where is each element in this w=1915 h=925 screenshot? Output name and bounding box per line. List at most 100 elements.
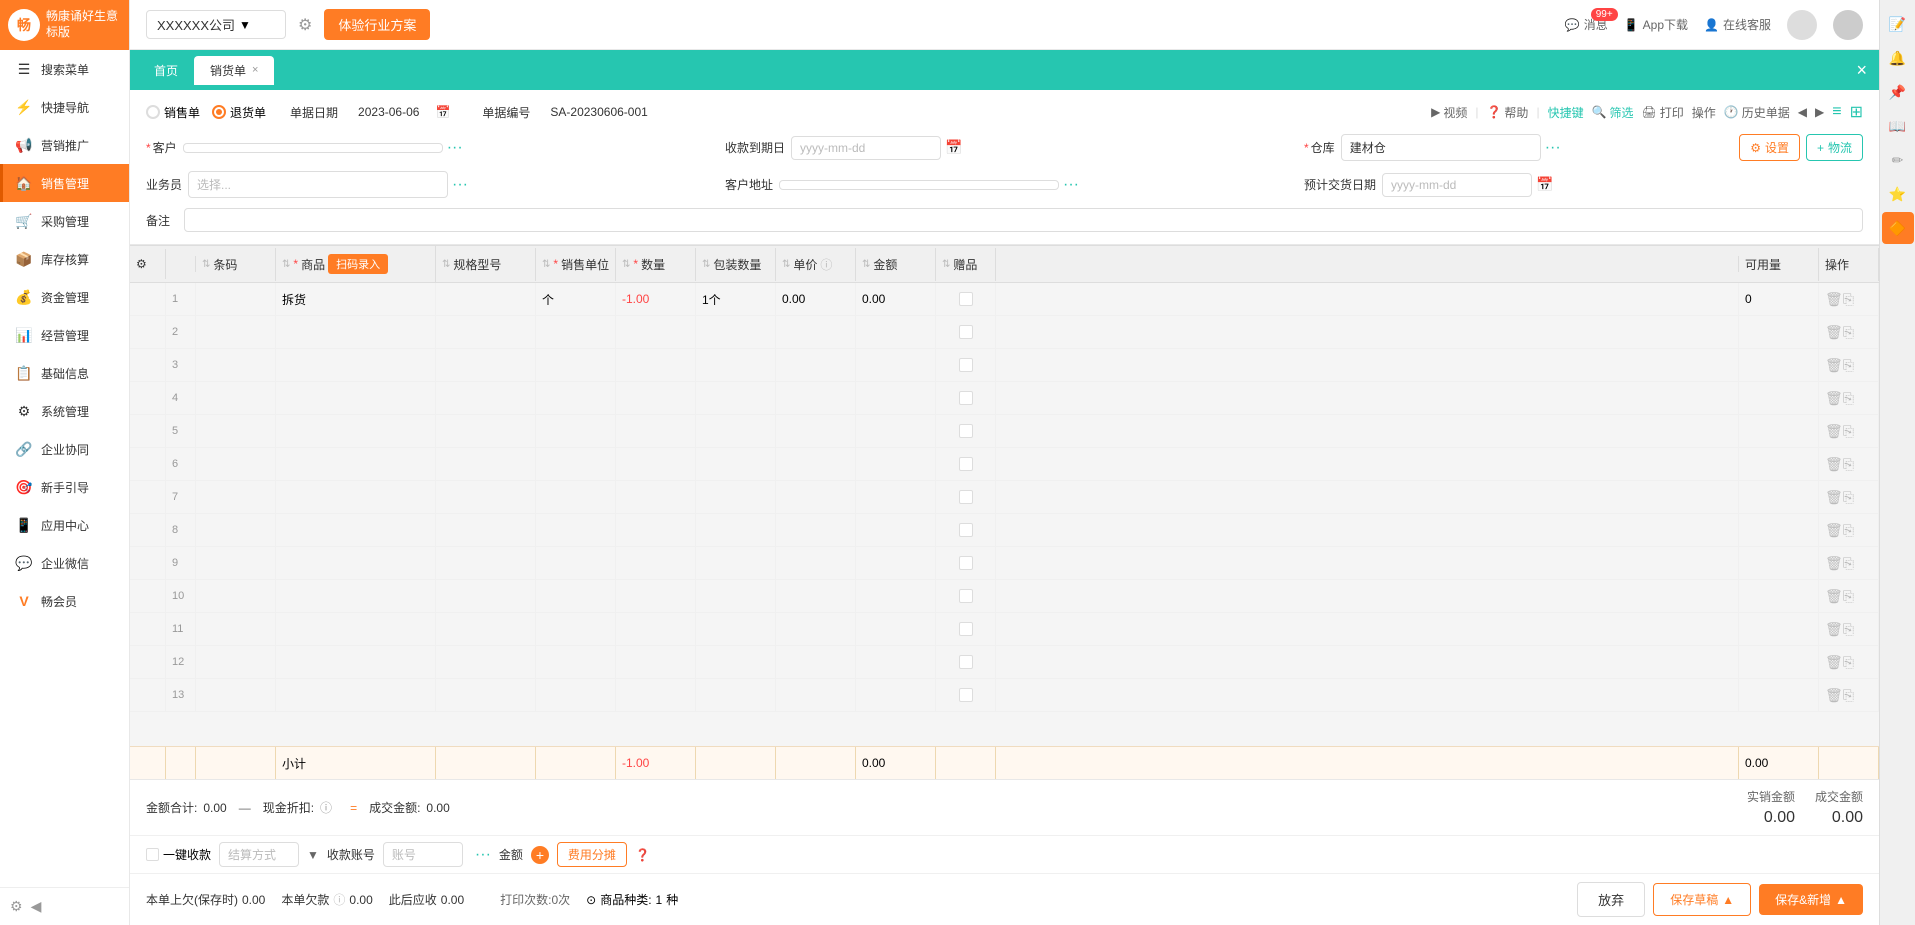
sale-order-radio[interactable]: 销售单	[146, 104, 200, 121]
help-link[interactable]: ❓ 帮助	[1486, 104, 1528, 121]
filter-link[interactable]: 🔍 筛选	[1592, 104, 1634, 121]
row4-delete-icon[interactable]: 🗑	[1825, 390, 1843, 407]
row1-amount[interactable]: 0.00	[856, 283, 936, 315]
collapse-icon[interactable]: ◀	[31, 898, 42, 915]
header-gear-icon[interactable]: ⚙	[298, 15, 312, 35]
prev-icon[interactable]: ◀	[1798, 105, 1807, 119]
row4-copy-icon[interactable]: ⎘	[1843, 390, 1854, 407]
account-input[interactable]: 账号	[383, 842, 463, 867]
calendar-icon[interactable]: 📅	[435, 105, 450, 119]
row1-spec[interactable]	[436, 283, 536, 315]
trial-button[interactable]: 体验行业方案	[324, 9, 430, 40]
row1-delete-icon[interactable]: 🗑	[1825, 291, 1843, 308]
operate-link[interactable]: 操作	[1692, 104, 1716, 121]
salesperson-dots-icon[interactable]: ···	[452, 176, 468, 194]
calc-method-select[interactable]: 结算方式	[219, 842, 299, 867]
row1-qty[interactable]: -1.00	[616, 283, 696, 315]
video-link[interactable]: ▶ 视频	[1431, 104, 1467, 121]
row1-gift[interactable]	[936, 283, 996, 315]
row10-copy-icon[interactable]: ⎘	[1843, 588, 1854, 605]
row8-copy-icon[interactable]: ⎘	[1843, 522, 1854, 539]
warehouse-dots-icon[interactable]: ···	[1545, 139, 1561, 157]
customer-input[interactable]	[183, 143, 443, 153]
tab-sales-order[interactable]: 销货单 ×	[194, 56, 274, 85]
expense-question-icon[interactable]: ❓	[635, 848, 650, 862]
next-icon[interactable]: ▶	[1815, 105, 1824, 119]
due-date-input[interactable]: yyyy-mm-dd	[791, 136, 941, 160]
sidebar-item-quick-nav[interactable]: ⚡ 快捷导航	[0, 88, 129, 126]
sidebar-item-operations[interactable]: 📊 经营管理	[0, 316, 129, 354]
rs-icon-6[interactable]: ⭐	[1882, 178, 1914, 210]
grid-view-icon[interactable]: ⊞	[1850, 102, 1863, 122]
row7-copy-icon[interactable]: ⎘	[1843, 489, 1854, 506]
save-draft-button[interactable]: 保存草稿 ▲	[1653, 883, 1751, 916]
rs-icon-2[interactable]: 🔔	[1882, 42, 1914, 74]
sidebar-item-inventory[interactable]: 📦 库存核算	[0, 240, 129, 278]
sidebar-item-sales[interactable]: 🏠 销售管理	[0, 164, 129, 202]
sidebar-item-basic[interactable]: 📋 基础信息	[0, 354, 129, 392]
row2-copy-icon[interactable]: ⎘	[1843, 324, 1854, 341]
salesperson-input[interactable]: 选择...	[188, 171, 448, 198]
row1-remark[interactable]	[996, 283, 1739, 315]
sidebar-item-finance[interactable]: 💰 资金管理	[0, 278, 129, 316]
row6-delete-icon[interactable]: 🗑	[1825, 456, 1843, 473]
row9-delete-icon[interactable]: 🗑	[1825, 555, 1843, 572]
discard-button[interactable]: 放弃	[1577, 882, 1645, 917]
history-link[interactable]: 🕐 历史单据	[1724, 104, 1790, 121]
logistics-button[interactable]: + 物流	[1806, 134, 1863, 161]
row6-copy-icon[interactable]: ⎘	[1843, 456, 1854, 473]
expected-delivery-input[interactable]: yyyy-mm-dd	[1382, 173, 1532, 197]
row9-copy-icon[interactable]: ⎘	[1843, 555, 1854, 572]
row3-copy-icon[interactable]: ⎘	[1843, 357, 1854, 374]
shortcut-link[interactable]: 快捷键	[1548, 104, 1584, 121]
calc-method-dropdown-icon[interactable]: ▼	[307, 848, 319, 862]
row8-delete-icon[interactable]: 🗑	[1825, 522, 1843, 539]
message-button[interactable]: 💬 消息 99+	[1565, 16, 1608, 33]
settings-bottom-icon[interactable]: ⚙	[10, 898, 23, 915]
row13-copy-icon[interactable]: ⎘	[1843, 687, 1854, 704]
th-settings[interactable]: ⚙	[130, 249, 166, 279]
company-selector[interactable]: XXXXXX公司 ▼	[146, 10, 286, 39]
row2-delete-icon[interactable]: 🗑	[1825, 324, 1843, 341]
scan-button[interactable]: 扫码录入	[328, 254, 388, 274]
return-order-radio[interactable]: 退货单	[212, 104, 266, 121]
expense-button[interactable]: 费用分摊	[557, 842, 627, 867]
account-dots-icon[interactable]: ···	[475, 846, 491, 864]
sidebar-item-guide[interactable]: 🎯 新手引导	[0, 468, 129, 506]
warehouse-input[interactable]: 建材仓	[1341, 134, 1541, 161]
app-download-button[interactable]: 📱 App下载	[1624, 16, 1688, 33]
customer-dots-icon[interactable]: ···	[447, 139, 463, 157]
online-service-button[interactable]: 👤 在线客服	[1704, 16, 1771, 33]
row1-copy-icon[interactable]: ⎘	[1843, 291, 1854, 308]
row1-price[interactable]: 0.00	[776, 283, 856, 315]
sidebar-item-purchase[interactable]: 🛒 采购管理	[0, 202, 129, 240]
address-dots-icon[interactable]: ···	[1063, 176, 1079, 194]
rs-icon-4[interactable]: 📖	[1882, 110, 1914, 142]
row12-copy-icon[interactable]: ⎘	[1843, 654, 1854, 671]
discount-info-icon[interactable]: ⓘ	[320, 799, 332, 816]
price-info-icon[interactable]: ⓘ	[820, 256, 832, 273]
row1-pack-qty[interactable]: 1个	[696, 283, 776, 315]
due-date-calendar-icon[interactable]: 📅	[945, 139, 962, 156]
rs-icon-5[interactable]: ✏	[1882, 144, 1914, 176]
customer-address-input[interactable]	[779, 180, 1059, 190]
row1-barcode[interactable]	[196, 283, 276, 315]
save-new-button[interactable]: 保存&新增 ▲	[1759, 884, 1863, 915]
list-view-icon[interactable]: ≡	[1832, 103, 1841, 121]
sidebar-item-member[interactable]: V 畅会员	[0, 582, 129, 620]
user-avatar-2[interactable]	[1833, 10, 1863, 40]
rs-icon-3[interactable]: 📌	[1882, 76, 1914, 108]
sidebar-item-search[interactable]: ☰ 搜索菜单	[0, 50, 129, 88]
row7-delete-icon[interactable]: 🗑	[1825, 489, 1843, 506]
row3-delete-icon[interactable]: 🗑	[1825, 357, 1843, 374]
notes-input[interactable]	[184, 208, 1863, 232]
tab-home[interactable]: 首页	[138, 56, 194, 85]
row1-unit[interactable]: 个	[536, 283, 616, 315]
row12-delete-icon[interactable]: 🗑	[1825, 654, 1843, 671]
payment-add-button[interactable]: +	[531, 846, 549, 864]
row5-copy-icon[interactable]: ⎘	[1843, 423, 1854, 440]
rs-icon-7[interactable]: 🔶	[1882, 212, 1914, 244]
total-due-info[interactable]: ⓘ	[333, 891, 345, 908]
row11-copy-icon[interactable]: ⎘	[1843, 621, 1854, 638]
sidebar-item-enterprise[interactable]: 🔗 企业协同	[0, 430, 129, 468]
